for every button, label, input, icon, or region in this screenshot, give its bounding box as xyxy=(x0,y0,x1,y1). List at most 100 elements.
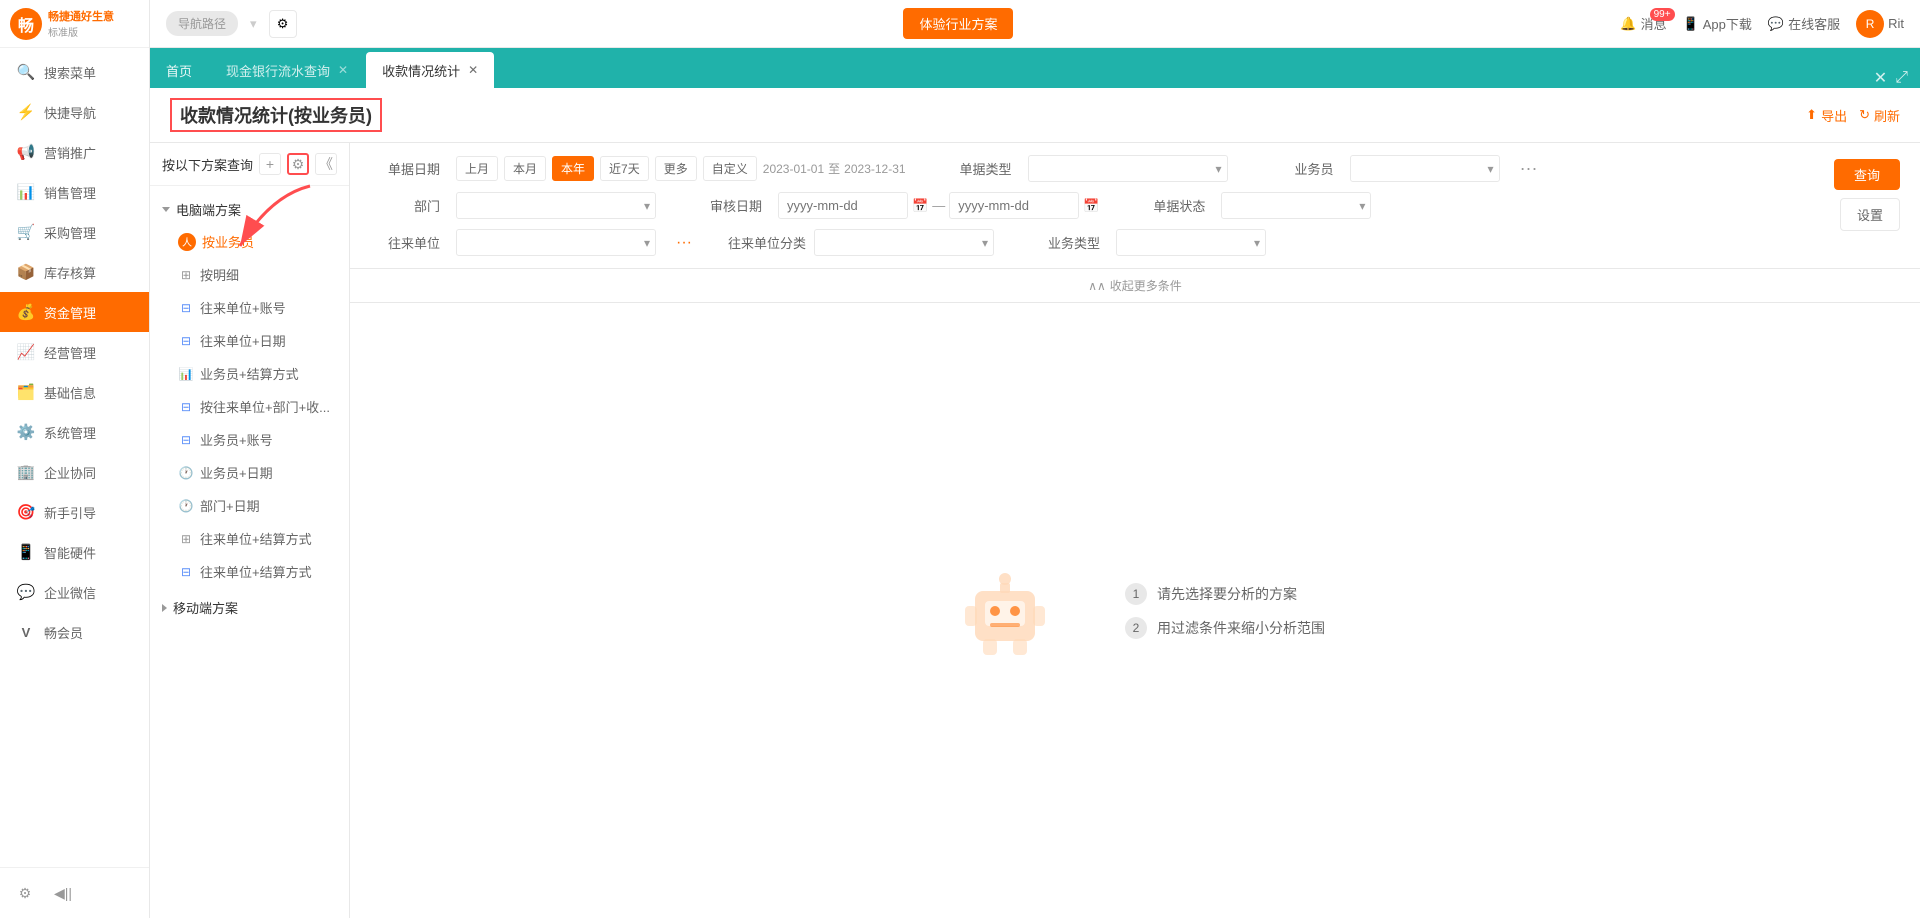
unit-dept-icon: ⊟ xyxy=(178,399,194,415)
review-date-to[interactable] xyxy=(949,192,1079,219)
date-btn-this-month[interactable]: 本月 xyxy=(504,156,546,181)
doc-status-select[interactable] xyxy=(1221,192,1371,219)
sidebar-item-fund[interactable]: 💰 资金管理 xyxy=(0,292,149,332)
export-btn[interactable]: ⬆ 导出 xyxy=(1806,106,1847,125)
topbar-right: 🔔 消息 99+ 📱 App下载 💬 在线客服 R Rit xyxy=(1620,10,1904,38)
salesman-label: 业务员 xyxy=(1264,159,1334,178)
sidebar-item-guide[interactable]: 🎯 新手引导 xyxy=(0,492,149,532)
refresh-btn[interactable]: ↻ 刷新 xyxy=(1859,106,1900,125)
review-date-label: 审核日期 xyxy=(692,196,762,215)
biz-type-select[interactable] xyxy=(1116,229,1266,256)
tab-bank-flow[interactable]: 现金银行流水查询 ✕ xyxy=(210,52,364,88)
sidebar-item-marketing[interactable]: 📢 营销推广 xyxy=(0,132,149,172)
scheme-group-mobile-title[interactable]: 移动端方案 xyxy=(150,592,349,623)
date-btn-more[interactable]: 更多 xyxy=(655,156,697,181)
online-service-btn[interactable]: 💬 在线客服 xyxy=(1768,14,1840,33)
date-btn-last-month[interactable]: 上月 xyxy=(456,156,498,181)
collapse-bar[interactable]: ∧∧ 收起更多条件 xyxy=(350,269,1920,303)
salesman-more-btn[interactable]: ··· xyxy=(1520,158,1538,179)
counterpart-type-select[interactable] xyxy=(814,229,994,256)
date-btn-7days[interactable]: 近7天 xyxy=(600,156,649,181)
sidebar-item-operation[interactable]: 📈 经营管理 xyxy=(0,332,149,372)
scheme-item-unit-date[interactable]: ⊟ 往来单位+日期 xyxy=(150,324,349,357)
dept-select[interactable] xyxy=(456,192,656,219)
sidebar-nav: 🔍 搜索菜单 ⚡ 快捷导航 📢 营销推广 📊 销售管理 🛒 采购管理 📦 库存核… xyxy=(0,48,149,867)
scheme-item-salesman-account[interactable]: ⊟ 业务员+账号 xyxy=(150,423,349,456)
scheme-item-dept-date[interactable]: 🕐 部门+日期 xyxy=(150,489,349,522)
purchase-icon: 🛒 xyxy=(16,222,36,242)
service-icon: 💬 xyxy=(1768,16,1784,32)
biz-type-label: 业务类型 xyxy=(1030,233,1100,252)
sidebar-collapse-btn[interactable]: ◀|| xyxy=(48,878,78,908)
sidebar-item-enterprise[interactable]: 🏢 企业协同 xyxy=(0,452,149,492)
collapse-up-icon: ∧∧ xyxy=(1088,279,1106,293)
dept-select-wrap xyxy=(456,192,656,219)
sidebar-item-basic[interactable]: 🗂️ 基础信息 xyxy=(0,372,149,412)
tab-expand-btn[interactable]: ⤢ xyxy=(1895,69,1908,87)
user-profile[interactable]: R Rit xyxy=(1856,10,1904,38)
settings-gear-btn[interactable]: ⚙ xyxy=(269,10,297,38)
date-btn-custom[interactable]: 自定义 xyxy=(703,156,757,181)
logo-icon: 畅 xyxy=(10,8,42,40)
scheme-group-mobile: 移动端方案 xyxy=(150,592,349,623)
scheme-group-desktop-title[interactable]: 电脑端方案 xyxy=(150,194,349,225)
member-icon: V xyxy=(16,622,36,642)
left-panel: 按以下方案查询 + ⚙ 《 xyxy=(150,143,350,918)
tab-close-all-btn[interactable]: ✕ xyxy=(1874,68,1887,88)
filter-row-3: 往来单位 ··· 往来单位分类 xyxy=(370,229,1822,256)
empty-tips: 1 请先选择要分析的方案 2 用过滤条件来缩小分析范围 xyxy=(1125,583,1325,639)
sidebar-item-search[interactable]: 🔍 搜索菜单 xyxy=(0,52,149,92)
sidebar-item-sales[interactable]: 📊 销售管理 xyxy=(0,172,149,212)
counterpart-label: 往来单位 xyxy=(370,233,440,252)
scheme-item-unit-account[interactable]: ⊟ 往来单位+账号 xyxy=(150,291,349,324)
unit-date-icon: ⊟ xyxy=(178,333,194,349)
tab-receipt-stats[interactable]: 收款情况统计 ✕ xyxy=(366,52,494,88)
right-content: 单据日期 上月 本月 本年 近7天 更多 自定义 2023-01-01 xyxy=(350,143,1920,918)
tab-receipt-stats-close[interactable]: ✕ xyxy=(468,63,478,77)
date-btn-this-year[interactable]: 本年 xyxy=(552,156,594,181)
sidebar-settings-btn[interactable]: ⚙ xyxy=(10,878,40,908)
tip-num-1: 1 xyxy=(1125,583,1147,605)
biz-type-select-wrap xyxy=(1116,229,1266,256)
main-area: 导航路径 ▾ ⚙ 体验行业方案 🔔 消息 99+ 📱 App下载 💬 在线客服 … xyxy=(150,0,1920,918)
collapse-panel-btn[interactable]: 《 xyxy=(315,153,337,175)
logo-text: 畅捷通好生意 标准版 xyxy=(48,8,114,39)
wechat-icon: 💬 xyxy=(16,582,36,602)
app-download-btn[interactable]: 📱 App下载 xyxy=(1683,14,1752,33)
setting-btn[interactable]: 设置 xyxy=(1840,198,1900,231)
query-btn[interactable]: 查询 xyxy=(1834,159,1900,190)
doc-type-select[interactable] xyxy=(1028,155,1228,182)
sidebar-item-purchase[interactable]: 🛒 采购管理 xyxy=(0,212,149,252)
date-calendar-icon-1[interactable]: 📅 xyxy=(912,198,928,214)
counterpart-more-btn[interactable]: ··· xyxy=(676,234,692,252)
scheme-item-unit-settlement2[interactable]: ⊟ 往来单位+结算方式 xyxy=(150,555,349,588)
content-area: 按以下方案查询 + ⚙ 《 xyxy=(150,143,1920,918)
scheme-settings-btn[interactable]: ⚙ xyxy=(287,153,309,175)
sidebar-item-wechat[interactable]: 💬 企业微信 xyxy=(0,572,149,612)
scheme-item-by-salesman[interactable]: 人 按业务员 xyxy=(150,225,349,258)
scheme-item-unit-settlement1[interactable]: ⊞ 往来单位+结算方式 xyxy=(150,522,349,555)
date-calendar-icon-2[interactable]: 📅 xyxy=(1083,198,1099,214)
topbar-left: 导航路径 ▾ ⚙ xyxy=(166,10,297,38)
scheme-item-by-detail[interactable]: ⊞ 按明细 xyxy=(150,258,349,291)
tab-home[interactable]: 首页 xyxy=(150,52,208,88)
counterpart-select[interactable] xyxy=(456,229,656,256)
sidebar-item-inventory[interactable]: 📦 库存核算 xyxy=(0,252,149,292)
scheme-item-salesman-settlement[interactable]: 📊 业务员+结算方式 xyxy=(150,357,349,390)
add-scheme-btn[interactable]: + xyxy=(259,153,281,175)
tab-bank-flow-close[interactable]: ✕ xyxy=(338,63,348,77)
scheme-item-unit-dept[interactable]: ⊟ 按往来单位+部门+收... xyxy=(150,390,349,423)
salesman-select[interactable] xyxy=(1350,155,1500,182)
salesman-icon: 人 xyxy=(178,233,196,251)
message-btn[interactable]: 🔔 消息 99+ xyxy=(1620,14,1666,33)
sidebar-item-hardware[interactable]: 📱 智能硬件 xyxy=(0,532,149,572)
review-date-from[interactable] xyxy=(778,192,908,219)
trial-btn[interactable]: 体验行业方案 xyxy=(903,8,1013,39)
refresh-icon: ↻ xyxy=(1859,107,1870,123)
user-avatar: R xyxy=(1856,10,1884,38)
sidebar-item-member[interactable]: V 畅会员 xyxy=(0,612,149,652)
left-panel-body: 电脑端方案 人 按业务员 ⊞ 按明细 ⊟ 往来单位+账号 xyxy=(150,186,349,918)
sidebar-item-system[interactable]: ⚙️ 系统管理 xyxy=(0,412,149,452)
sidebar-item-quicknav[interactable]: ⚡ 快捷导航 xyxy=(0,92,149,132)
scheme-item-salesman-date[interactable]: 🕐 业务员+日期 xyxy=(150,456,349,489)
